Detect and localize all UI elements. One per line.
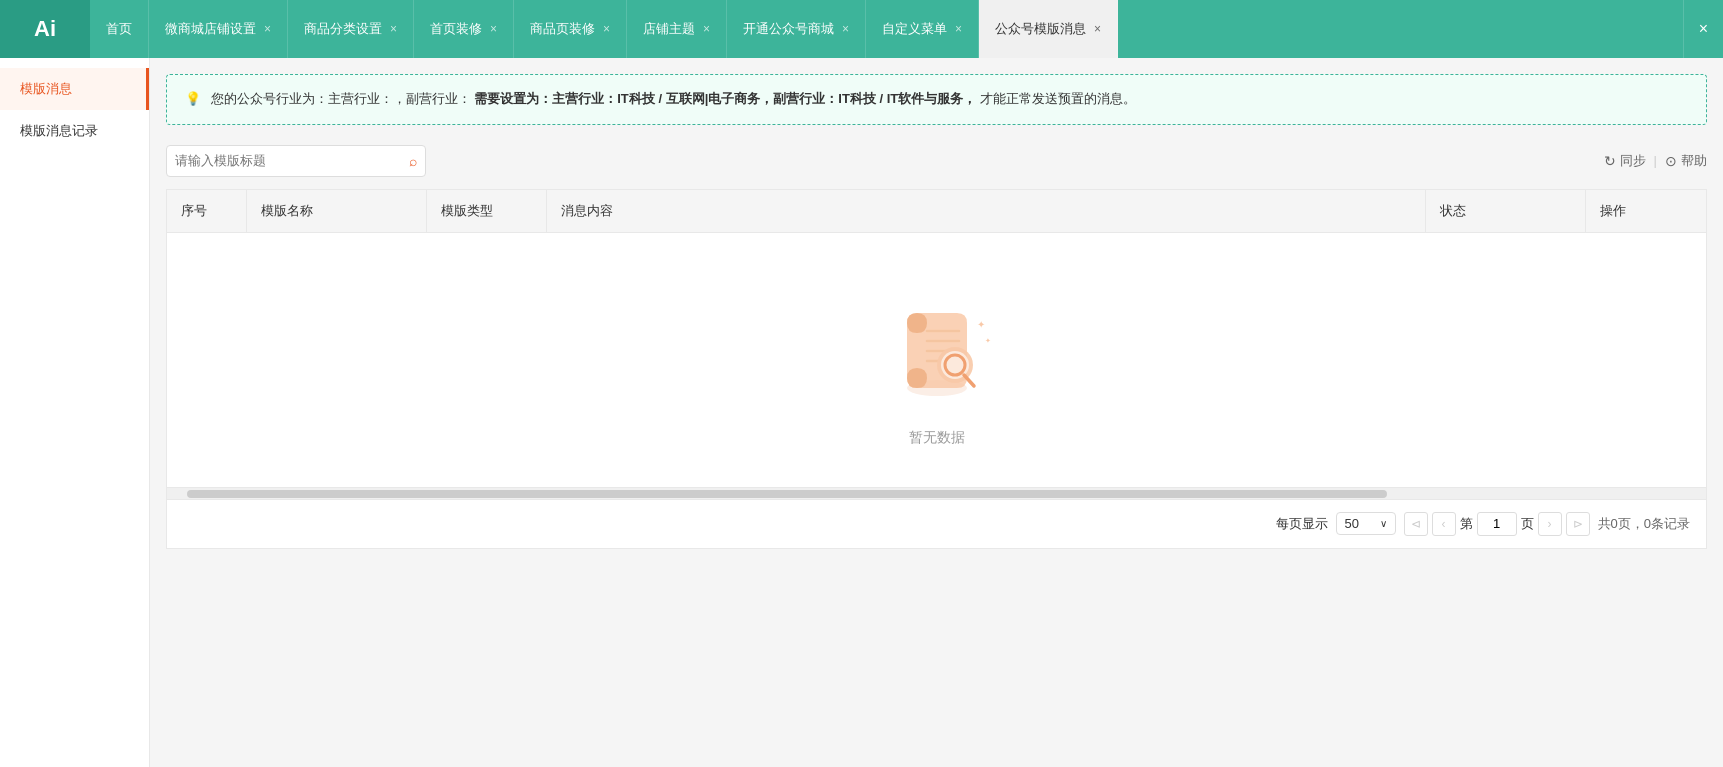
search-input[interactable] xyxy=(175,153,409,168)
content-area: 💡 您的公众号行业为：主营行业：，副营行业： 需要设置为：主营行业：IT科技 /… xyxy=(150,58,1723,767)
tab-template-msg[interactable]: 公众号模版消息 × xyxy=(979,0,1118,58)
prev-page-button[interactable]: ‹ xyxy=(1432,512,1456,536)
empty-illustration: ✦ ✦ xyxy=(877,293,997,413)
close-tab-home-decoration[interactable]: × xyxy=(490,22,497,36)
tab-home-decoration[interactable]: 首页装修 × xyxy=(414,0,514,58)
help-icon: ⊙ xyxy=(1665,153,1677,169)
toolbar-divider: | xyxy=(1654,153,1657,168)
notice-icon: 💡 xyxy=(185,91,201,106)
notice-banner: 💡 您的公众号行业为：主营行业：，副营行业： 需要设置为：主营行业：IT科技 /… xyxy=(166,74,1707,125)
tab-home[interactable]: 首页 xyxy=(90,0,149,58)
col-header-type: 模版类型 xyxy=(427,190,547,232)
close-tab-template-msg[interactable]: × xyxy=(1094,22,1101,36)
close-tab-store-theme[interactable]: × xyxy=(703,22,710,36)
toolbar-right: ↻ 同步 | ⊙ 帮助 xyxy=(1604,152,1707,170)
total-info: 共0页，0条记录 xyxy=(1598,515,1690,533)
page-number-input[interactable] xyxy=(1477,512,1517,536)
page-size-select[interactable]: 50 ∨ xyxy=(1336,512,1396,535)
page-label-suffix: 页 xyxy=(1521,515,1534,533)
first-page-button[interactable]: ⊲ xyxy=(1404,512,1428,536)
tab-category-settings[interactable]: 商品分类设置 × xyxy=(288,0,414,58)
close-all-tabs-button[interactable]: × xyxy=(1683,0,1723,58)
chevron-down-icon: ∨ xyxy=(1380,518,1387,529)
horizontal-scrollbar[interactable] xyxy=(167,487,1706,499)
search-wrapper: ⌕ xyxy=(166,145,426,177)
help-button[interactable]: ⊙ 帮助 xyxy=(1665,152,1707,170)
close-tab-store-settings[interactable]: × xyxy=(264,22,271,36)
close-tab-category-settings[interactable]: × xyxy=(390,22,397,36)
search-bar: ⌕ ↻ 同步 | ⊙ 帮助 xyxy=(166,145,1707,177)
col-header-index: 序号 xyxy=(167,190,247,232)
col-header-action: 操作 xyxy=(1586,190,1706,232)
close-tab-open-mall[interactable]: × xyxy=(842,22,849,36)
sidebar-item-template-record[interactable]: 模版消息记录 xyxy=(0,110,149,152)
top-navigation: Ai 首页 微商城店铺设置 × 商品分类设置 × 首页装修 × 商品页装修 × … xyxy=(0,0,1723,58)
last-page-button[interactable]: ⊳ xyxy=(1566,512,1590,536)
table-header: 序号 模版名称 模版类型 消息内容 状态 操作 xyxy=(167,190,1706,233)
close-tab-custom-menu[interactable]: × xyxy=(955,22,962,36)
col-header-status: 状态 xyxy=(1426,190,1586,232)
tab-custom-menu[interactable]: 自定义菜单 × xyxy=(866,0,979,58)
next-page-button[interactable]: › xyxy=(1538,512,1562,536)
data-table: 序号 模版名称 模版类型 消息内容 状态 操作 xyxy=(166,189,1707,549)
svg-text:✦: ✦ xyxy=(985,337,991,344)
tab-store-theme[interactable]: 店铺主题 × xyxy=(627,0,727,58)
page-nav: ⊲ ‹ 第 页 › ⊳ xyxy=(1404,512,1590,536)
app-logo: Ai xyxy=(0,0,90,58)
tab-product-decoration[interactable]: 商品页装修 × xyxy=(514,0,627,58)
page-size-label: 每页显示 xyxy=(1276,515,1328,533)
empty-state: ✦ ✦ 暂无数据 xyxy=(167,233,1706,487)
svg-text:✦: ✦ xyxy=(977,319,985,330)
search-icon[interactable]: ⌕ xyxy=(409,153,417,169)
col-header-name: 模版名称 xyxy=(247,190,427,232)
pagination: 每页显示 50 ∨ ⊲ ‹ 第 页 › ⊳ 共0页，0条记录 xyxy=(167,499,1706,548)
tab-open-mall[interactable]: 开通公众号商城 × xyxy=(727,0,866,58)
sidebar: 模版消息 模版消息记录 xyxy=(0,58,150,767)
scrollbar-thumb[interactable] xyxy=(187,490,1387,498)
nav-tabs-container: 首页 微商城店铺设置 × 商品分类设置 × 首页装修 × 商品页装修 × 店铺主… xyxy=(90,0,1683,58)
main-layout: 模版消息 模版消息记录 💡 您的公众号行业为：主营行业：，副营行业： 需要设置为… xyxy=(0,58,1723,767)
close-tab-product-decoration[interactable]: × xyxy=(603,22,610,36)
empty-text: 暂无数据 xyxy=(909,429,965,447)
page-label-prefix: 第 xyxy=(1460,515,1473,533)
tab-store-settings[interactable]: 微商城店铺设置 × xyxy=(149,0,288,58)
sync-button[interactable]: ↻ 同步 xyxy=(1604,152,1646,170)
sync-icon: ↻ xyxy=(1604,153,1616,169)
sidebar-item-template-msg[interactable]: 模版消息 xyxy=(0,68,149,110)
col-header-content: 消息内容 xyxy=(547,190,1426,232)
